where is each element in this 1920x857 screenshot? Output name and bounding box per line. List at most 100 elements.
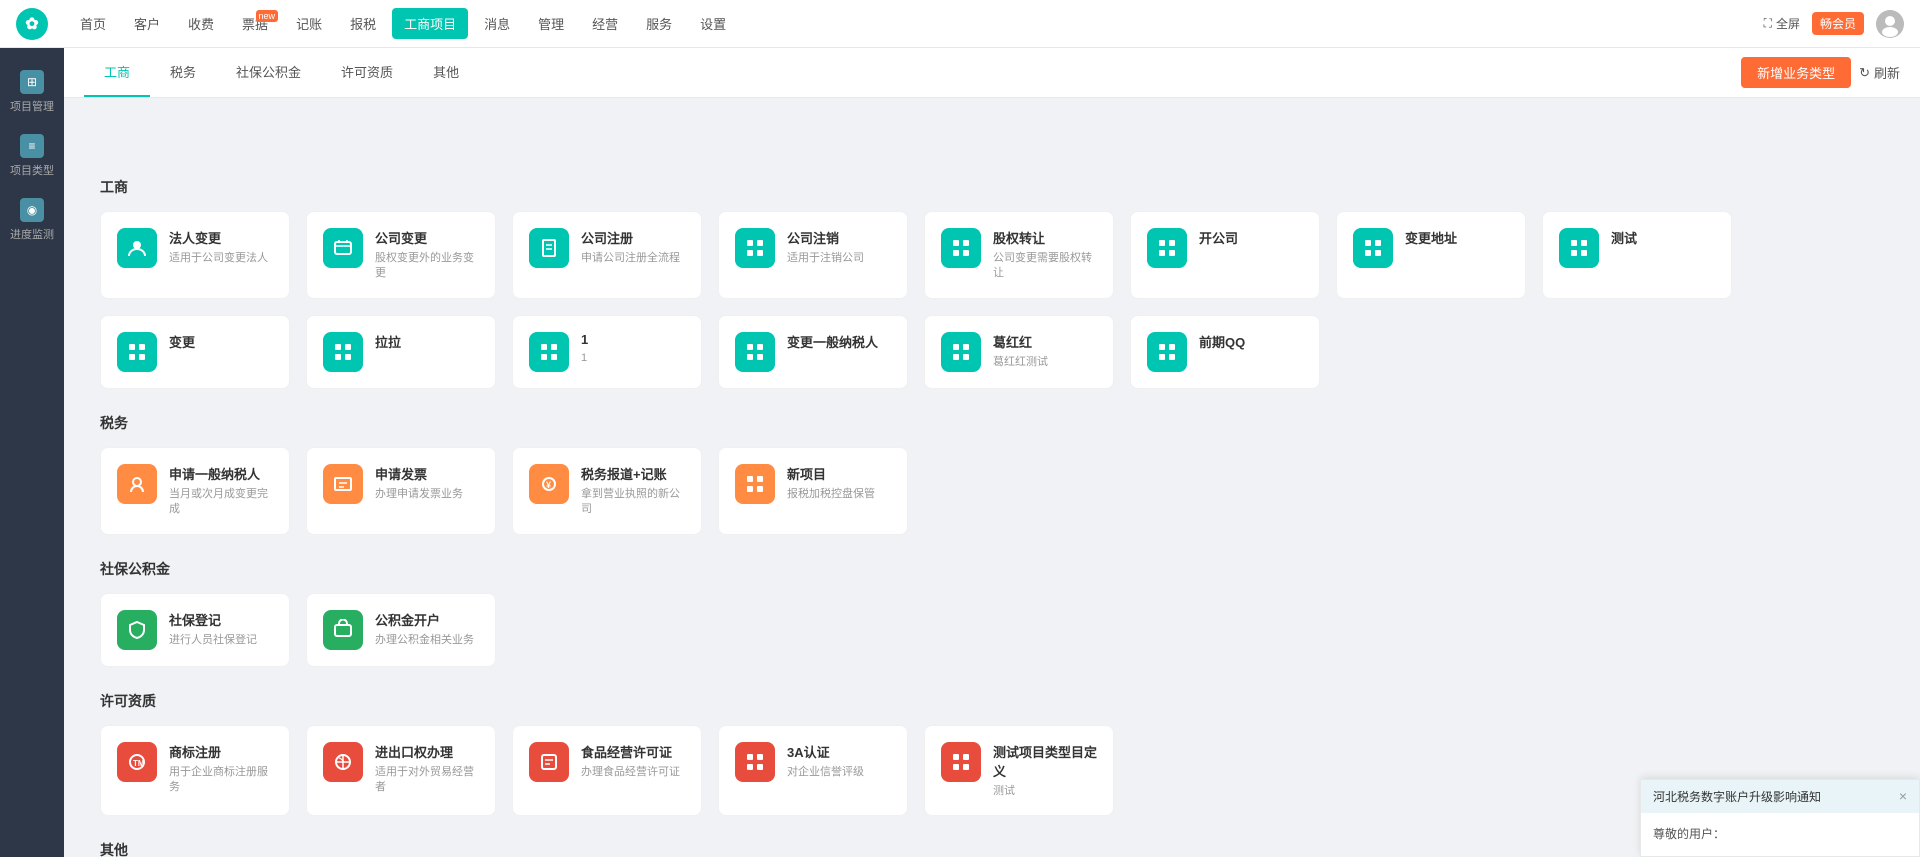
card-name-label: 股权转让 [993,228,1097,247]
card-公司变更[interactable]: 公司变更股权变更外的业务变更 [306,211,496,299]
card-name-label: 变更 [169,332,273,351]
card-desc-label: 对企业信誉评级 [787,765,891,780]
card-icon [941,742,981,782]
chat-header: 河北税务数字账户升级影响通知 × [1641,780,1919,813]
card-desc-label: 适用于公司变更法人 [169,251,273,266]
card-icon [1147,332,1187,372]
content-body: 工商法人变更适用于公司变更法人公司变更股权变更外的业务变更公司注册申请公司注册全… [80,161,1904,857]
nav-item-服务[interactable]: 服务 [634,8,684,39]
chat-body: 尊敬的用户： [1641,813,1919,856]
nav-item-管理[interactable]: 管理 [526,8,576,39]
card-公积金开户[interactable]: 公积金开户办理公积金相关业务 [306,593,496,667]
new-business-type-button[interactable]: 新增业务类型 [1741,57,1851,88]
sidebar-item-项目类型[interactable]: ≡项目类型 [0,124,64,188]
chat-close-icon[interactable]: × [1899,788,1907,804]
nav-item-首页[interactable]: 首页 [68,8,118,39]
avatar[interactable] [1876,10,1904,38]
sidebar-label: 进度监测 [10,226,54,242]
card-text: 股权转让公司变更需要股权转让 [993,228,1097,282]
card-name-label: 社保登记 [169,610,273,629]
card-变更[interactable]: 变更 [100,315,290,389]
card-name-label: 食品经营许可证 [581,742,685,761]
card-前期QQ[interactable]: 前期QQ [1130,315,1320,389]
card-name-label: 进出口权办理 [375,742,479,761]
card-申请发票[interactable]: 申请发票办理申请发票业务 [306,447,496,535]
tab-社保公积金[interactable]: 社保公积金 [216,48,321,97]
card-食品经营许可证[interactable]: 食品经营许可证办理食品经营许可证 [512,725,702,816]
chat-body-text: 尊敬的用户： [1653,827,1725,841]
fullscreen-btn[interactable]: ⛶ 全屏 [1764,15,1800,32]
vip-button[interactable]: 畅会员 [1812,12,1864,35]
card-icon [323,742,363,782]
section-title-工商: 工商 [100,177,1884,197]
sidebar-item-进度监测[interactable]: ◉进度监测 [0,188,64,252]
card-进出口权办理[interactable]: 进出口权办理适用于对外贸易经营者 [306,725,496,816]
card-text: 测试 [1611,228,1715,251]
card-开公司[interactable]: 开公司 [1130,211,1320,299]
card-text: 变更 [169,332,273,355]
card-desc-label: 适用于注销公司 [787,251,891,266]
card-desc-label: 测试 [993,784,1097,799]
card-公司注销[interactable]: 公司注销适用于注销公司 [718,211,908,299]
card-社保登记[interactable]: 社保登记进行人员社保登记 [100,593,290,667]
tab-工商[interactable]: 工商 [84,48,150,97]
card-text: 申请一般纳税人当月或次月成变更完成 [169,464,273,518]
card-1[interactable]: 11 [512,315,702,389]
card-text: 变更一般纳税人 [787,332,891,355]
nav-right: ⛶ 全屏 畅会员 [1764,10,1904,38]
card-申请一般纳税人[interactable]: 申请一般纳税人当月或次月成变更完成 [100,447,290,535]
card-icon [735,464,775,504]
section-title-许可资质: 许可资质 [100,691,1884,711]
cards-grid-税务: 申请一般纳税人当月或次月成变更完成 申请发票办理申请发票业务 ¥税务报道+记账拿到营… [100,447,1884,535]
cards-grid-许可资质: TM商标注册用于企业商标注册服务 进出口权办理适用于对外贸易经营者食品经营许可证办… [100,725,1884,816]
card-text: 申请发票办理申请发票业务 [375,464,479,502]
card-变更一般纳税人[interactable]: 变更一般纳税人 [718,315,908,389]
card-text: 前期QQ [1199,332,1303,355]
nav-item-工商项目[interactable]: 工商项目 [392,8,468,39]
card-法人变更[interactable]: 法人变更适用于公司变更法人 [100,211,290,299]
card-text: 新项目报税加税控盘保管 [787,464,891,502]
section-title-税务: 税务 [100,413,1884,433]
card-新项目[interactable]: 新项目报税加税控盘保管 [718,447,908,535]
nav-item-消息[interactable]: 消息 [472,8,522,39]
card-name-label: 公司注销 [787,228,891,247]
card-葛红红[interactable]: 葛红红葛红红测试 [924,315,1114,389]
card-icon [117,332,157,372]
card-变更地址[interactable]: 变更地址 [1336,211,1526,299]
card-股权转让[interactable]: 股权转让公司变更需要股权转让 [924,211,1114,299]
nav-item-客户[interactable]: 客户 [122,8,172,39]
card-商标注册[interactable]: TM商标注册用于企业商标注册服务 [100,725,290,816]
card-desc-label: 拿到营业执照的新公司 [581,487,685,518]
nav-item-经营[interactable]: 经营 [580,8,630,39]
nav-item-收费[interactable]: 收费 [176,8,226,39]
card-测试项目类型目定义[interactable]: 测试项目类型目定义测试 [924,725,1114,816]
card-税务报道+记账[interactable]: ¥税务报道+记账拿到营业执照的新公司 [512,447,702,535]
tab-其他[interactable]: 其他 [413,48,479,97]
card-desc-label: 公司变更需要股权转让 [993,251,1097,282]
sidebar-item-项目管理[interactable]: ⊞项目管理 [0,60,64,124]
nav-item-记账[interactable]: 记账 [284,8,334,39]
card-拉拉[interactable]: 拉拉 [306,315,496,389]
svg-text:¥: ¥ [546,480,551,490]
card-测试[interactable]: 测试 [1542,211,1732,299]
card-icon [323,610,363,650]
card-desc-label: 葛红红测试 [993,355,1097,370]
card-text: 公司注销适用于注销公司 [787,228,891,266]
card-desc-label: 进行人员社保登记 [169,633,273,648]
card-icon [117,610,157,650]
card-desc-label: 报税加税控盘保管 [787,487,891,502]
chat-title: 河北税务数字账户升级影响通知 [1653,788,1821,805]
nav-item-设置[interactable]: 设置 [688,8,738,39]
nav-item-票据[interactable]: 票据new [230,8,280,39]
card-text: 进出口权办理适用于对外贸易经营者 [375,742,479,796]
card-name-label: 新项目 [787,464,891,483]
tab-许可资质[interactable]: 许可资质 [321,48,413,97]
card-公司注册[interactable]: 公司注册申请公司注册全流程 [512,211,702,299]
card-3A认证[interactable]: 3A认证对企业信誉评级 [718,725,908,816]
header-buttons: 新增业务类型 ↻ 刷新 [1741,57,1900,88]
refresh-button[interactable]: ↻ 刷新 [1859,63,1900,82]
tab-税务[interactable]: 税务 [150,48,216,97]
nav-item-报税[interactable]: 报税 [338,8,388,39]
card-icon [735,742,775,782]
card-name-label: 拉拉 [375,332,479,351]
